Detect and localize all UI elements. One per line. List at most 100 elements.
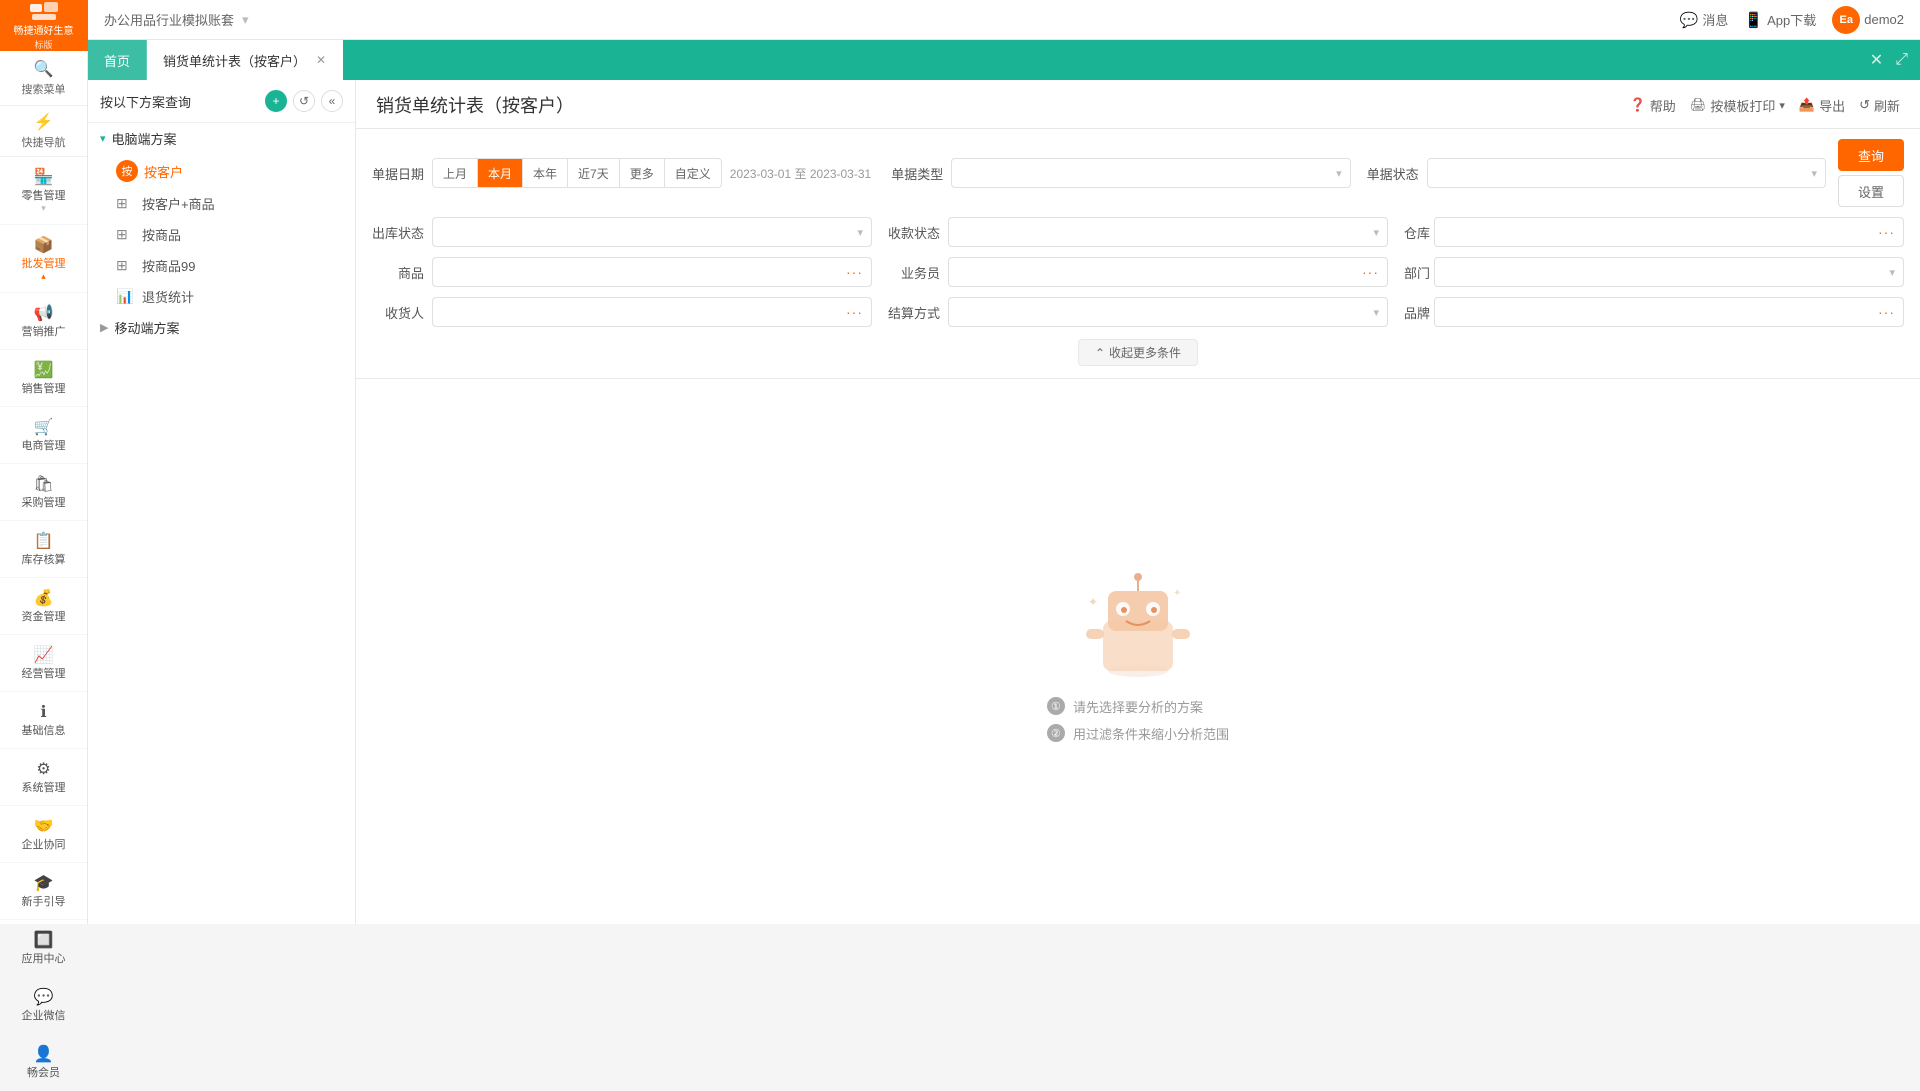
- message-button[interactable]: 💬 消息: [1680, 10, 1729, 29]
- finance-label: 资金管理: [22, 608, 66, 624]
- date-btn-this-year[interactable]: 本年: [523, 158, 568, 188]
- basic-info-label: 基础信息: [22, 722, 66, 738]
- settlement-select[interactable]: ▾: [948, 297, 1388, 327]
- dept-label: 部门: [1404, 263, 1434, 282]
- query-action-buttons: 查询 设置: [1838, 139, 1904, 207]
- date-this-month-label: 本月: [488, 165, 512, 182]
- app-center-icon: 🔲: [34, 930, 54, 950]
- chevron-up-icon: ⌃: [1095, 346, 1105, 360]
- tip-text-2: 用过滤条件来缩小分析范围: [1073, 724, 1229, 743]
- brand-filter: 品牌 ···: [1404, 297, 1904, 327]
- search-menu-item[interactable]: 🔍 搜索菜单: [0, 51, 87, 106]
- date-btn-this-month[interactable]: 本月: [478, 158, 523, 188]
- user-profile-button[interactable]: Ea demo2: [1832, 6, 1904, 34]
- date-btn-more[interactable]: 更多: [620, 158, 665, 188]
- filter-area: 单据日期 上月 本月 本年 近7天: [356, 129, 1920, 379]
- sidebar-item-wholesale[interactable]: 📦 批发管理 ▴: [0, 225, 87, 293]
- tree-item-return-stats-label: 退货统计: [142, 287, 194, 306]
- tree-item-by-goods[interactable]: ⊞ 按商品: [108, 219, 355, 250]
- goods-label: 商品: [372, 263, 432, 282]
- tree-item-return-stats[interactable]: 📊 退货统计: [108, 281, 355, 312]
- out-status-select[interactable]: ▾: [432, 217, 872, 247]
- settings-button[interactable]: 设置: [1838, 175, 1904, 207]
- empty-state: ✦ ✦ ① 请先选择要分析的方案 ② 用过滤条件来缩小分析范围: [356, 379, 1920, 924]
- refresh-button[interactable]: ↺ 刷新: [1859, 96, 1900, 115]
- tree-item-by-goods99[interactable]: ⊞ 按商品99: [108, 250, 355, 281]
- date-btn-7days[interactable]: 近7天: [568, 158, 620, 188]
- system-icon: ⚙: [36, 759, 50, 779]
- receipt-status-arrow-icon: ▾: [1373, 226, 1379, 239]
- logo-icon: [28, 0, 60, 24]
- dept-filter: 部门 ▾: [1404, 257, 1904, 287]
- refresh-scheme-button[interactable]: ↺: [293, 90, 315, 112]
- quick-nav-item[interactable]: ⚡ 快捷导航: [0, 106, 87, 157]
- tab-close-window-button[interactable]: ✕: [1866, 48, 1887, 72]
- tree-item-by-customer[interactable]: 按 按客户: [108, 154, 355, 188]
- sidebar-item-inventory[interactable]: 📋 库存核算: [0, 521, 87, 578]
- tree-pc-children: 按 按客户 ⊞ 按客户+商品 ⊞ 按商品 ⊞ 按商品99 📊 退货统计: [88, 154, 355, 312]
- goods-select[interactable]: ···: [432, 257, 872, 287]
- receiver-dots-icon: ···: [846, 304, 863, 320]
- sidebar-item-marketing[interactable]: 📢 营销推广: [0, 293, 87, 350]
- sidebar-item-sales[interactable]: 💹 销售管理: [0, 350, 87, 407]
- app-logo[interactable]: 畅捷通好生意 标版: [0, 0, 88, 51]
- doc-type-select[interactable]: ▾: [951, 158, 1350, 188]
- receipt-status-select[interactable]: ▾: [948, 217, 1388, 247]
- print-button[interactable]: 🖨 按模板打印 ▾: [1690, 96, 1785, 115]
- help-button[interactable]: ❓ 帮助: [1630, 96, 1676, 115]
- date-btn-last-month[interactable]: 上月: [433, 158, 478, 188]
- app-download-button[interactable]: 📱 App下载: [1744, 10, 1816, 29]
- print-label: 按模板打印: [1710, 96, 1775, 115]
- purchase-icon: 🛍: [33, 474, 53, 494]
- sidebar-item-basic-info[interactable]: ℹ 基础信息: [0, 692, 87, 749]
- tab-home[interactable]: 首页: [88, 40, 147, 80]
- tree-section-mobile[interactable]: ▶ 移动端方案: [88, 312, 355, 343]
- receiver-select[interactable]: ···: [432, 297, 872, 327]
- collapse-panel-button[interactable]: «: [321, 90, 343, 112]
- sidebar-item-ecommerce[interactable]: 🛒 电商管理: [0, 407, 87, 464]
- warehouse-select[interactable]: ···: [1434, 217, 1904, 247]
- breadcrumb-dropdown-icon[interactable]: ▾: [242, 12, 249, 28]
- sidebar-item-system[interactable]: ⚙ 系统管理: [0, 749, 87, 806]
- sidebar-item-finance[interactable]: 💰 资金管理: [0, 578, 87, 635]
- add-scheme-button[interactable]: +: [265, 90, 287, 112]
- tab-sales-stats[interactable]: 销货单统计表（按客户） ✕: [147, 40, 343, 80]
- user-avatar: Ea: [1832, 6, 1860, 34]
- collapse-button[interactable]: ⌃ 收起更多条件: [1078, 339, 1198, 366]
- dept-select[interactable]: ▾: [1434, 257, 1904, 287]
- export-button[interactable]: 📤 导出: [1799, 96, 1845, 115]
- sidebar-item-operations[interactable]: 📈 经营管理: [0, 635, 87, 692]
- date-buttons-group: 上月 本月 本年 近7天 更多: [432, 158, 722, 188]
- svg-text:✦: ✦: [1173, 588, 1181, 599]
- date-range-display: 2023-03-01 至 2023-03-31: [730, 165, 871, 182]
- sidebar-item-enterprise[interactable]: 🤝 企业协同: [0, 806, 87, 863]
- sidebar-item-app-center[interactable]: 🔲 应用中心: [0, 920, 87, 977]
- tab-maximize-button[interactable]: ⤢: [1891, 49, 1912, 71]
- date-btn-custom[interactable]: 自定义: [665, 158, 721, 188]
- tree-arrow-right-icon: ▶: [100, 321, 108, 334]
- inventory-icon: 📋: [34, 531, 54, 551]
- tree-item-by-customer-goods[interactable]: ⊞ 按客户+商品: [108, 188, 355, 219]
- sidebar-item-member[interactable]: 👤 畅会员: [0, 1034, 87, 1091]
- sidebar-item-purchase[interactable]: 🛍 采购管理: [0, 464, 87, 521]
- basic-info-icon: ℹ: [40, 702, 46, 722]
- date-7days-label: 近7天: [578, 165, 609, 182]
- tab-close-button[interactable]: ✕: [316, 53, 326, 67]
- salesperson-select[interactable]: ···: [948, 257, 1388, 287]
- date-filter-group: 单据日期 上月 本月 本年 近7天: [372, 158, 871, 188]
- tree-section-pc[interactable]: ▾ 电脑端方案: [88, 123, 355, 154]
- warehouse-label: 仓库: [1404, 223, 1434, 242]
- date-custom-label: 自定义: [675, 165, 711, 182]
- receipt-status-filter: 收款状态 ▾: [888, 217, 1388, 247]
- tree-item-by-customer-label: 按客户: [144, 162, 183, 181]
- sidebar-item-wechat[interactable]: 💬 企业微信: [0, 977, 87, 1034]
- page-header: 销货单统计表（按客户） ❓ 帮助 🖨 按模板打印 ▾ 📤 导出: [356, 80, 1920, 129]
- query-button[interactable]: 查询: [1838, 139, 1904, 171]
- doc-status-select[interactable]: ▾: [1427, 158, 1826, 188]
- brand-select[interactable]: ···: [1434, 297, 1904, 327]
- tab-bar: 首页 销货单统计表（按客户） ✕ ✕ ⤢: [88, 40, 1920, 80]
- salesperson-dots-icon: ···: [1362, 264, 1379, 280]
- sidebar-item-retail[interactable]: 🏪 零售管理 ▾: [0, 157, 87, 225]
- doc-status-filter: 单据状态 ▾: [1367, 158, 1826, 188]
- sidebar-item-guide[interactable]: 🎓 新手引导: [0, 863, 87, 920]
